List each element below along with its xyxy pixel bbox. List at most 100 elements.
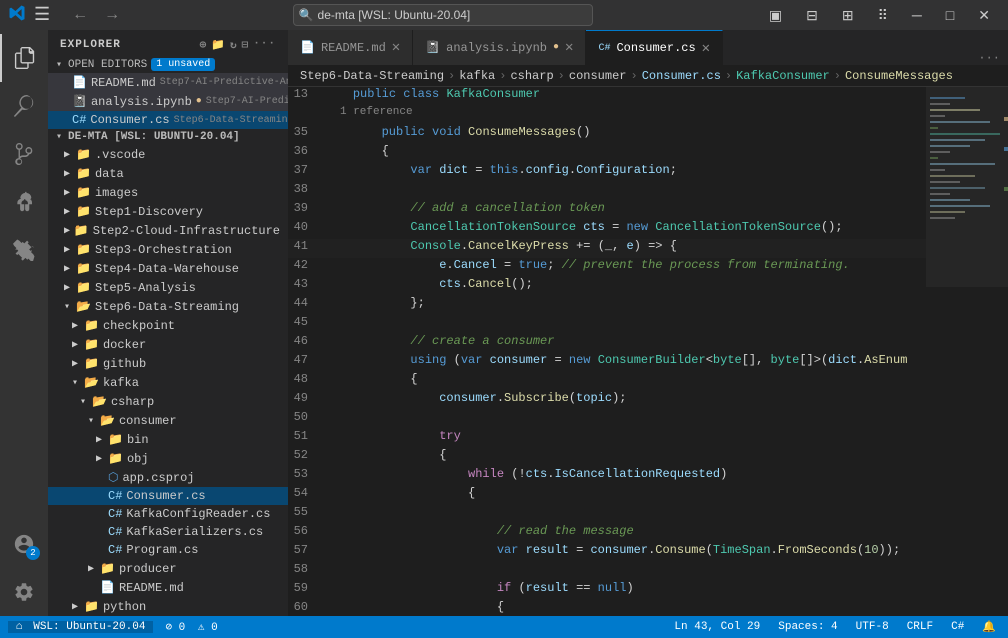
- search-input[interactable]: [293, 4, 593, 26]
- more-actions-icon[interactable]: ···: [253, 38, 276, 52]
- file-consumer-cs[interactable]: ▶ C# Consumer.cs: [48, 487, 288, 505]
- folder-docker[interactable]: ▶ 📁 docker: [48, 335, 288, 354]
- code-text-36: {: [324, 144, 926, 163]
- file-kafka-readme[interactable]: ▶ 📄 README.md: [48, 578, 288, 597]
- folder-step4[interactable]: ▶ 📁 Step4-Data-Warehouse: [48, 259, 288, 278]
- status-line-col[interactable]: Ln 43, Col 29: [670, 621, 764, 633]
- root-folder[interactable]: ▾ DE-MTA [WSL: UBUNTU-20.04]: [48, 129, 288, 145]
- folder-producer-label: producer: [119, 562, 177, 576]
- breadcrumb-kafka[interactable]: kafka: [459, 69, 495, 83]
- code-line-53: 53 while (!cts.IsCancellationRequested): [288, 467, 926, 486]
- status-spaces[interactable]: Spaces: 4: [774, 621, 841, 633]
- folder-producer[interactable]: ▶ 📁 producer: [48, 559, 288, 578]
- open-file-consumer[interactable]: C# Consumer.cs Step6-Data-Streaming/kafk…: [48, 111, 288, 129]
- hamburger-icon[interactable]: ☰: [34, 4, 50, 26]
- folder-step5[interactable]: ▶ 📁 Step5-Analysis: [48, 278, 288, 297]
- folder-step3[interactable]: ▶ 📁 Step3-Orchestration: [48, 240, 288, 259]
- folder-kafka[interactable]: ▾ 📂 kafka: [48, 373, 288, 392]
- code-line-43: 43 cts.Cancel();: [288, 277, 926, 296]
- open-editors-header[interactable]: ▾ OPEN EDITORS 1 unsaved: [48, 56, 288, 73]
- breadcrumb-class[interactable]: KafkaConsumer: [736, 69, 830, 83]
- tab-readme[interactable]: 📄 README.md ✕: [288, 30, 413, 65]
- activity-explorer[interactable]: [0, 34, 48, 82]
- activity-settings[interactable]: [0, 568, 48, 616]
- forward-button[interactable]: →: [98, 4, 126, 26]
- tab-more-actions[interactable]: ···: [970, 51, 1008, 65]
- status-remote[interactable]: ⌂ WSL: Ubuntu-20.04: [8, 621, 153, 633]
- file-kafkaconfigreader[interactable]: ▶ C# KafkaConfigReader.cs: [48, 505, 288, 523]
- folder-vscode[interactable]: ▶ 📁 .vscode: [48, 145, 288, 164]
- line-num-40: 40: [288, 220, 324, 239]
- folder-data[interactable]: ▶ 📁 data: [48, 164, 288, 183]
- tab-analysis[interactable]: 📓 analysis.ipynb ● ✕: [413, 30, 586, 65]
- folder-obj[interactable]: ▶ 📁 obj: [48, 449, 288, 468]
- code-editor[interactable]: 13 public class KafkaConsumer 1 referenc…: [288, 87, 926, 616]
- layout-button-2[interactable]: ⊟: [796, 3, 828, 28]
- code-line-42: 42 e.Cancel = true; // prevent the proce…: [288, 258, 926, 277]
- status-left: ⌂ WSL: Ubuntu-20.04 ⊘ 0 ⚠ 0: [8, 620, 222, 634]
- code-line-37: 37 var dict = this.config.Configuration;: [288, 163, 926, 182]
- status-eol[interactable]: CRLF: [903, 621, 937, 633]
- new-file-icon[interactable]: ⊕: [200, 38, 208, 52]
- code-line-60: 60 {: [288, 600, 926, 616]
- folder-checkpoint[interactable]: ▶ 📁 checkpoint: [48, 316, 288, 335]
- line-num-51: 51: [288, 429, 324, 448]
- folder-bin[interactable]: ▶ 📁 bin: [48, 430, 288, 449]
- activity-extensions[interactable]: [0, 226, 48, 274]
- status-errors[interactable]: ⊘ 0 ⚠ 0: [161, 620, 221, 634]
- line-num-50: 50: [288, 410, 324, 429]
- maximize-button[interactable]: □: [936, 3, 964, 27]
- refresh-icon[interactable]: ↻: [230, 38, 238, 52]
- file-csproj[interactable]: ▶ ⬡ app.csproj: [48, 468, 288, 487]
- folder-csharp[interactable]: ▾ 📂 csharp: [48, 392, 288, 411]
- tab-analysis-close[interactable]: ✕: [565, 39, 573, 56]
- folder-step6[interactable]: ▾ 📂 Step6-Data-Streaming: [48, 297, 288, 316]
- folder-python[interactable]: ▶ 📁 python: [48, 597, 288, 616]
- folder-consumer[interactable]: ▾ 📂 consumer: [48, 411, 288, 430]
- folder-github[interactable]: ▶ 📁 github: [48, 354, 288, 373]
- tab-readme-close[interactable]: ✕: [392, 39, 400, 56]
- file-kafkaserializers[interactable]: ▶ C# KafkaSerializers.cs: [48, 523, 288, 541]
- breadcrumb-sep-3: ›: [558, 69, 565, 83]
- breadcrumb-file[interactable]: Consumer.cs: [642, 69, 721, 83]
- breadcrumb-step6[interactable]: Step6-Data-Streaming: [300, 69, 444, 83]
- line-num-58: 58: [288, 562, 324, 581]
- status-notifications[interactable]: 🔔: [978, 620, 1000, 634]
- folder-images-label: images: [95, 186, 138, 200]
- folder-step1[interactable]: ▶ 📁 Step1-Discovery: [48, 202, 288, 221]
- breadcrumb-method[interactable]: ConsumeMessages: [845, 69, 953, 83]
- code-text-58: [324, 562, 926, 581]
- layout-button-1[interactable]: ▣: [759, 3, 792, 28]
- collapse-icon[interactable]: ⊟: [242, 38, 250, 52]
- activity-git[interactable]: [0, 130, 48, 178]
- breadcrumb-csharp[interactable]: csharp: [510, 69, 553, 83]
- code-line-58: 58: [288, 562, 926, 581]
- file-tree-section: ▾ DE-MTA [WSL: UBUNTU-20.04] ▶ 📁 .vscode…: [48, 129, 288, 616]
- activity-accounts[interactable]: 2: [0, 520, 48, 568]
- line-num-43: 43: [288, 277, 324, 296]
- breadcrumb-consumer[interactable]: consumer: [569, 69, 627, 83]
- file-kafkaserializers-label: KafkaSerializers.cs: [126, 525, 263, 539]
- titlebar: ☰ ← → 🔍 ▣ ⊟ ⊞ ⠿ ─ □ ✕: [0, 0, 1008, 30]
- status-language[interactable]: C#: [947, 621, 968, 633]
- layout-button-4[interactable]: ⠿: [868, 3, 898, 28]
- new-folder-icon[interactable]: 📁: [211, 38, 226, 52]
- minimize-button[interactable]: ─: [902, 3, 932, 27]
- file-program[interactable]: ▶ C# Program.cs: [48, 541, 288, 559]
- layout-button-3[interactable]: ⊞: [832, 3, 864, 28]
- status-encoding[interactable]: UTF-8: [852, 621, 893, 633]
- folder-open-icon: 📂: [92, 394, 107, 409]
- back-button[interactable]: ←: [66, 4, 94, 26]
- folder-step2[interactable]: ▶ 📁 Step2-Cloud-Infrastructure: [48, 221, 288, 240]
- open-file-analysis[interactable]: 📓 analysis.ipynb ● Step7-AI-Predictive-A…: [48, 92, 288, 111]
- activity-search[interactable]: [0, 82, 48, 130]
- code-line-35: 35 public void ConsumeMessages(): [288, 125, 926, 144]
- tab-consumer-close[interactable]: ✕: [702, 40, 710, 57]
- folder-images[interactable]: ▶ 📁 images: [48, 183, 288, 202]
- tab-consumer[interactable]: C# Consumer.cs ✕: [586, 30, 723, 65]
- open-file-readme[interactable]: 📄 README.md Step7-AI-Predictive-Anal...: [48, 73, 288, 92]
- activity-debug[interactable]: [0, 178, 48, 226]
- code-line-51: 51 try: [288, 429, 926, 448]
- folder-github-label: github: [103, 357, 146, 371]
- close-button[interactable]: ✕: [968, 3, 1000, 28]
